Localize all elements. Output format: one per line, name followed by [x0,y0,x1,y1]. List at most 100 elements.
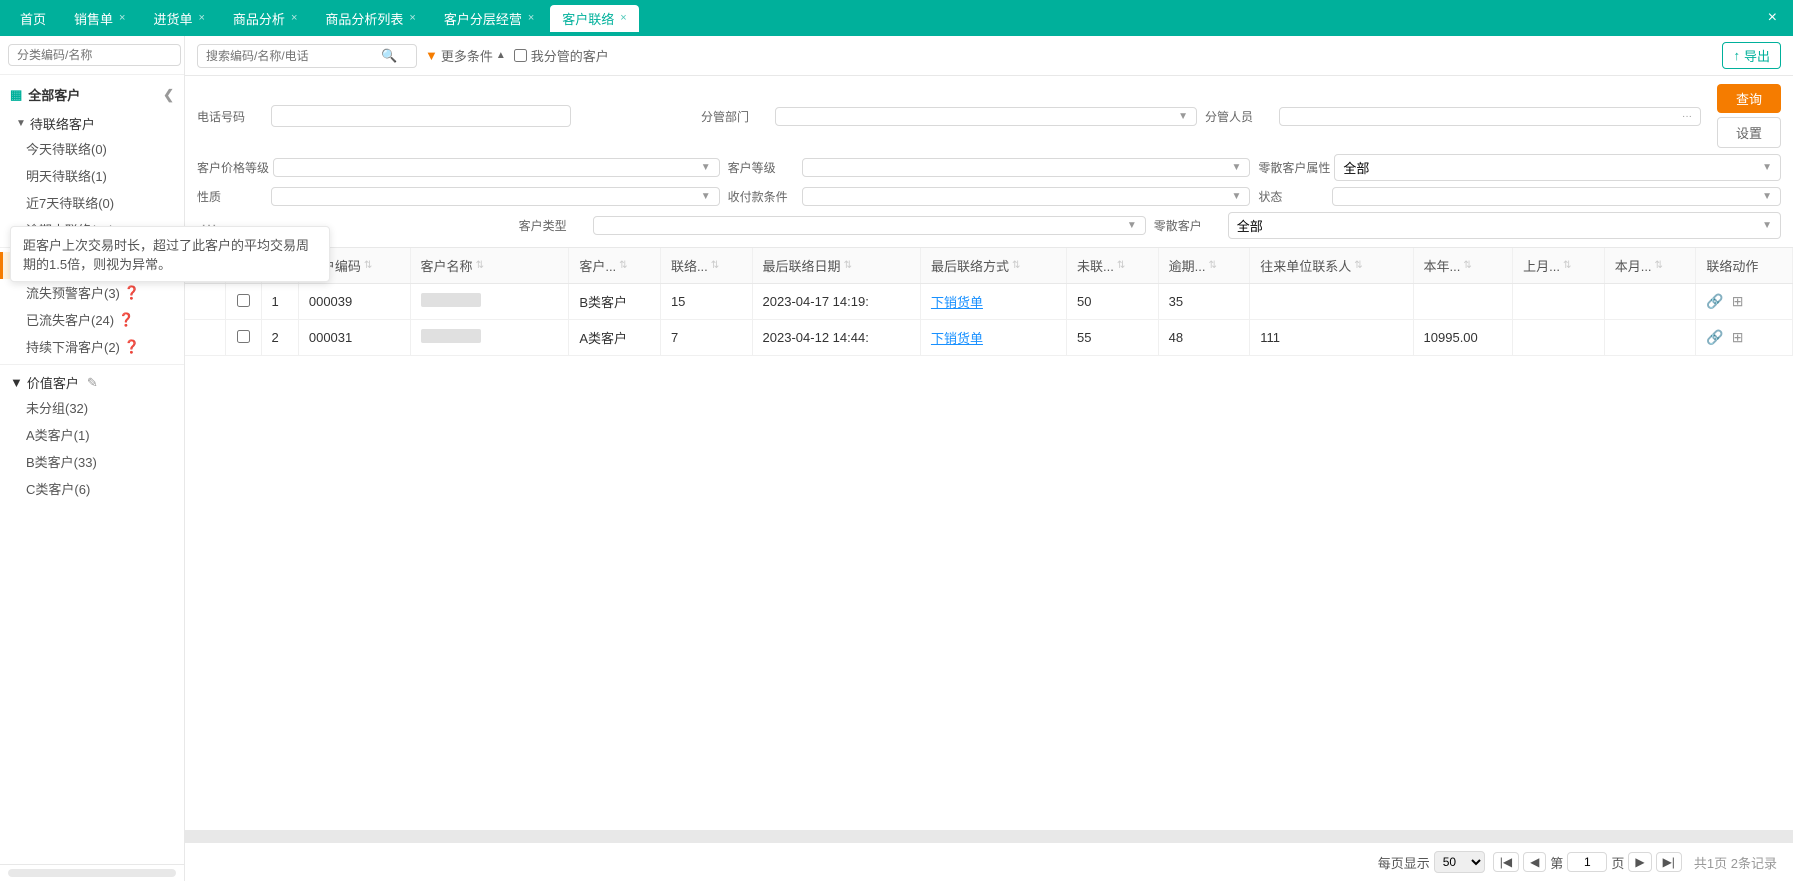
row1-settings [185,284,225,320]
row1-grid-icon[interactable]: ⊞ [1732,293,1744,310]
retail-customer-select[interactable]: 全部 ▼ [1228,212,1781,239]
th-uncontact[interactable]: 未联...⇅ [1067,248,1159,284]
row2-last-way[interactable]: 下销货单 [920,320,1066,356]
manager-label: 分管人员 [1205,108,1275,125]
sidebar-item-ungroup[interactable]: 未分组(32) [0,394,184,421]
phone-label: 电话号码 [197,108,267,125]
sidebar-item-c-class[interactable]: C类客户(6) [0,475,184,502]
value-edit-icon[interactable]: ✎ [87,375,98,391]
dept-select[interactable]: ▼ [775,107,1197,126]
th-last-month[interactable]: 上月...⇅ [1513,248,1605,284]
sidebar-item-today[interactable]: 今天待联络(0) [0,135,184,162]
status-select[interactable]: ▼ [1332,187,1781,206]
more-conditions-btn[interactable]: ▼ 更多条件 ▲ [425,46,506,65]
filter-field-customer-level: 客户等级 ▼ [728,158,1251,177]
sidebar-divider-2 [0,364,184,365]
retail-attr-select[interactable]: 全部 ▼ [1334,154,1781,181]
manager-select[interactable]: ··· [1279,107,1701,126]
phone-input[interactable] [271,105,571,127]
sidebar-search-input[interactable] [8,44,181,66]
per-page-select[interactable]: 50 100 200 [1434,851,1485,873]
customer-type-label: 客户类型 [519,217,589,234]
sidebar-item-7days[interactable]: 近7天待联络(0) [0,189,184,216]
nav-item-purchase[interactable]: 进货单 × [141,5,216,32]
row1-last-way-link[interactable]: 下销货单 [931,295,983,310]
row1-check[interactable] [237,294,250,307]
th-last-contact-date[interactable]: 最后联络日期⇅ [752,248,920,284]
price-level-select[interactable]: ▼ [273,158,720,177]
row2-checkbox[interactable] [225,320,261,356]
sidebar-item-churned[interactable]: 已流失客户(24) ❓ [0,306,184,333]
nav-close-crm[interactable]: × [528,12,534,24]
page-nav: |◀ ◀ 第 页 ▶ ▶| 共1页 2条记录 [1493,852,1777,872]
row1-last-way[interactable]: 下销货单 [920,284,1066,320]
sort-od-icon: ⇅ [1208,260,1216,271]
my-customers-label: 我分管的客户 [531,46,609,65]
page-prev-btn[interactable]: ◀ [1523,852,1546,872]
page-first-btn[interactable]: |◀ [1493,852,1519,872]
row2-grid-icon[interactable]: ⊞ [1732,329,1744,346]
nav-item-home[interactable]: 首页 [8,5,58,32]
sidebar-item-b-class[interactable]: B类客户(33) [0,448,184,475]
settings-button[interactable]: 设置 [1717,117,1781,148]
nav-item-analysis-list[interactable]: 商品分析列表 × [313,5,427,32]
my-customers-checkbox[interactable] [514,49,527,62]
sidebar-item-a-class[interactable]: A类客户(1) [0,421,184,448]
query-button[interactable]: 查询 [1717,84,1781,113]
page-last-btn[interactable]: ▶| [1656,852,1682,872]
row2-last-way-link[interactable]: 下销货单 [931,331,983,346]
page-input[interactable] [1567,852,1607,872]
nav-close-contact[interactable]: × [620,12,626,24]
sidebar-all-customers[interactable]: ▦ 全部客户 ❮ [0,79,184,110]
filter-search-input[interactable] [206,49,381,63]
nav-item-analysis[interactable]: 商品分析 × [221,5,309,32]
row1-name [410,284,569,320]
filter-field-manager: 分管人员 ··· [1205,107,1701,126]
filter-search-icon[interactable]: 🔍 [381,48,397,64]
customer-level-select[interactable]: ▼ [802,158,1251,177]
window-close-button[interactable]: × [1760,5,1785,31]
sidebar-collapse-btn[interactable]: ❮ [163,87,174,103]
nav-close-analysis-list[interactable]: × [409,12,415,24]
row2-no: 2 [261,320,298,356]
table-area[interactable]: ⚙ # 客户编码⇅ 客户名称⇅ 客户...⇅ 联络... [185,248,1793,830]
nav-item-crm[interactable]: 客户分层经营 × [432,5,546,32]
th-name[interactable]: 客户名称⇅ [410,248,569,284]
retail-attr-arrow: ▼ [1762,162,1772,173]
page-next-btn[interactable]: ▶ [1628,852,1651,872]
row1-checkbox[interactable] [225,284,261,320]
horizontal-scrollbar[interactable] [185,830,1793,842]
nav-item-sales[interactable]: 销售单 × [62,5,137,32]
nav-item-analysis-list-label: 商品分析列表 [325,9,403,28]
th-this-year[interactable]: 本年...⇅ [1413,248,1513,284]
nav-close-analysis[interactable]: × [291,12,297,24]
my-customers-filter: 我分管的客户 [514,46,609,65]
all-customers-label: 全部客户 [28,85,80,104]
th-overdue[interactable]: 逾期...⇅ [1158,248,1250,284]
th-contact-person[interactable]: 往来单位联系人⇅ [1250,248,1413,284]
payment-select[interactable]: ▼ [802,187,1251,206]
sidebar-item-churn-warning[interactable]: 流失预警客户(3) ❓ [0,279,184,306]
export-button[interactable]: ↑ 导出 [1722,42,1781,69]
row1-link-icon[interactable]: 🔗 [1706,293,1723,310]
nav-close-sales[interactable]: × [119,12,125,24]
status-label: 状态 [1258,188,1328,205]
sidebar-item-declining[interactable]: 持续下滑客户(2) ❓ [0,333,184,360]
gender-select[interactable]: ▼ [271,187,720,206]
customer-type-select[interactable]: ▼ [593,216,1146,235]
row2-check[interactable] [237,330,250,343]
row2-link-icon[interactable]: 🔗 [1706,329,1723,346]
export-label: 导出 [1744,46,1770,65]
sidebar-group-waiting[interactable]: ▼ 待联络客户 [0,110,184,135]
filter-field-customer-type: 客户类型 ▼ [519,216,1146,235]
sidebar-scrollbar[interactable] [8,869,176,877]
sidebar-item-tomorrow[interactable]: 明天待联络(1) [0,162,184,189]
th-last-contact-way[interactable]: 最后联络方式⇅ [920,248,1066,284]
th-contact-count[interactable]: 联络...⇅ [660,248,752,284]
th-actions: 联络动作 [1696,248,1793,284]
nav-close-purchase[interactable]: × [198,12,204,24]
sidebar-group-value[interactable]: ▼ 价值客户 ✎ [0,369,184,394]
th-this-month[interactable]: 本月...⇅ [1604,248,1696,284]
th-customer-type[interactable]: 客户...⇅ [569,248,661,284]
nav-item-contact[interactable]: 客户联络 × [550,5,638,32]
